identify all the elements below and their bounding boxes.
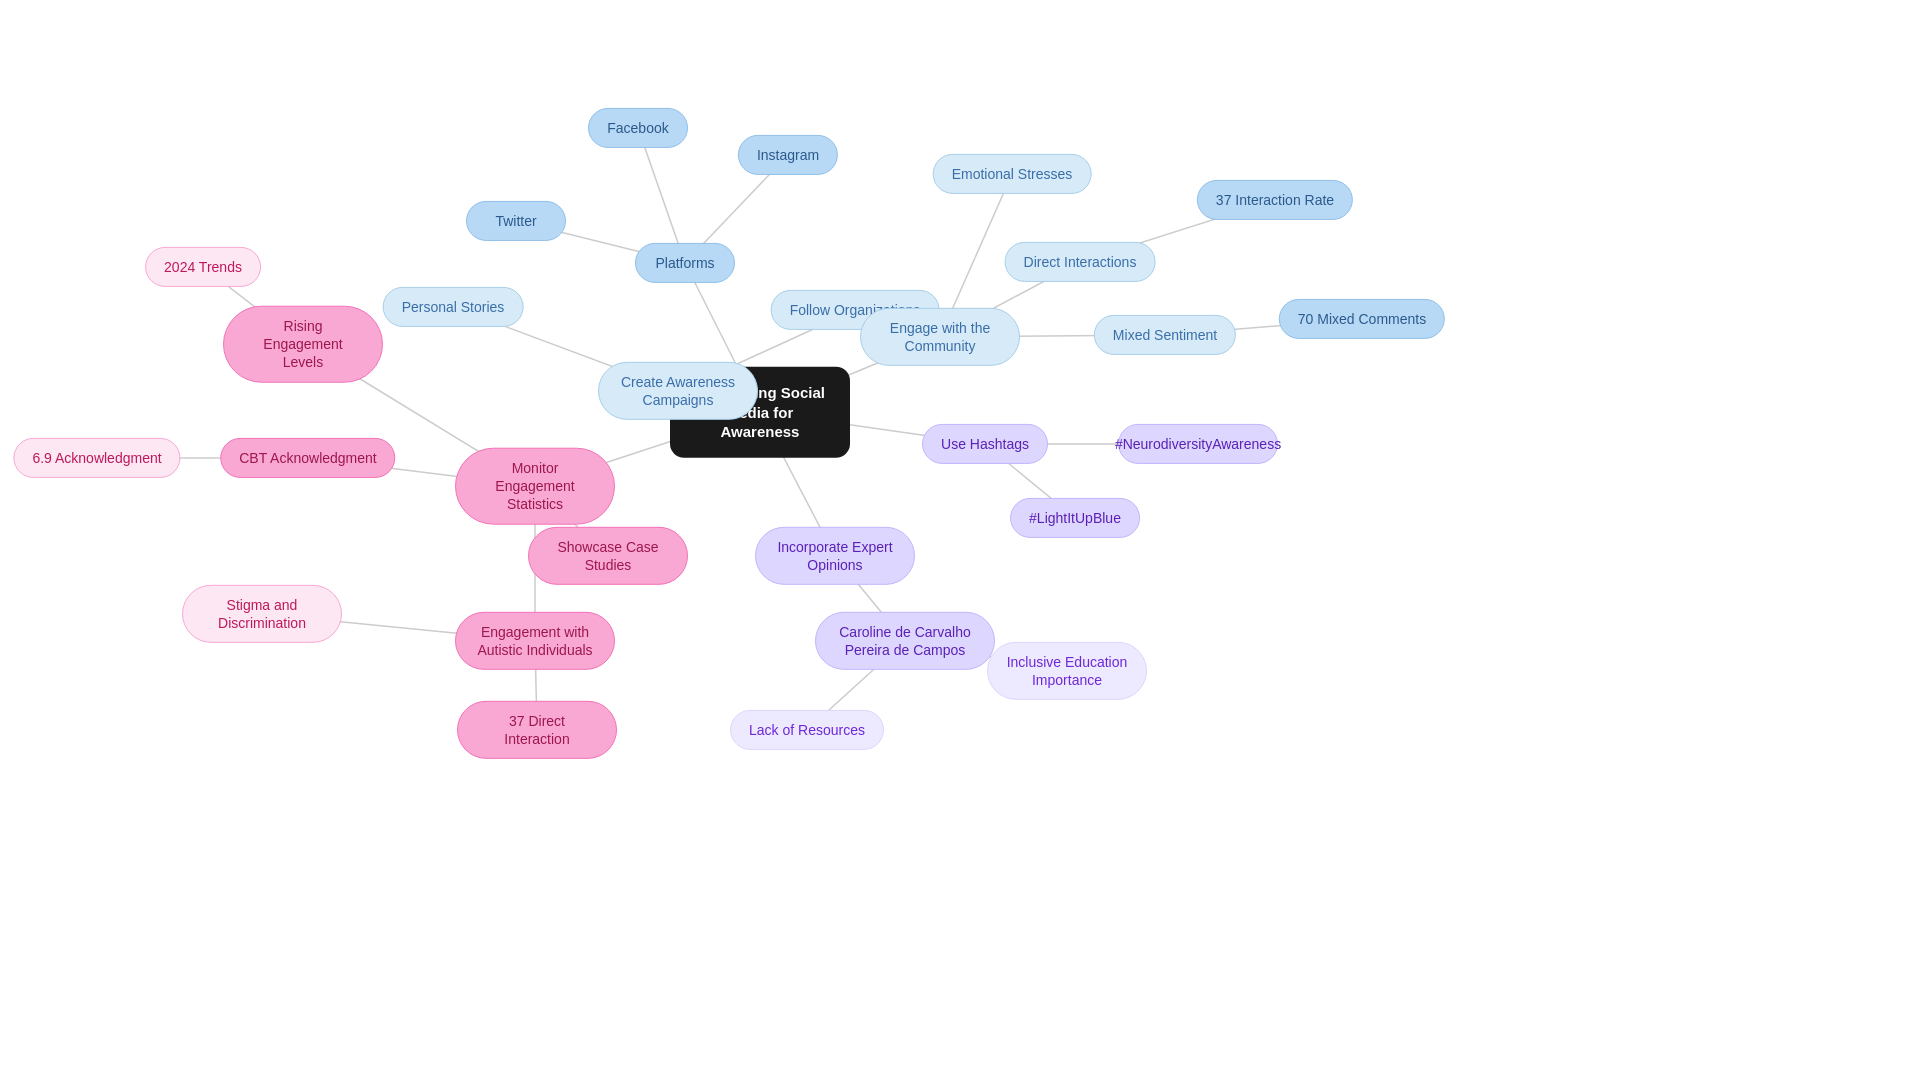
platforms-node[interactable]: Platforms [635, 243, 735, 283]
showcase-case-studies-node[interactable]: Showcase Case Studies [528, 527, 688, 585]
neurodiversity-node[interactable]: #NeurodiversityAwareness [1118, 424, 1278, 464]
twitter-node[interactable]: Twitter [466, 201, 566, 241]
create-awareness-node[interactable]: Create Awareness Campaigns [598, 362, 758, 420]
mixed-sentiment-node[interactable]: Mixed Sentiment [1094, 315, 1236, 355]
facebook-node[interactable]: Facebook [588, 108, 688, 148]
lack-resources-node[interactable]: Lack of Resources [730, 710, 884, 750]
stigma-node[interactable]: Stigma and Discrimination [182, 585, 342, 643]
personal-stories-node[interactable]: Personal Stories [383, 287, 524, 327]
emotional-stresses-node[interactable]: Emotional Stresses [933, 154, 1092, 194]
37-direct-interaction-node[interactable]: 37 Direct Interaction [457, 701, 617, 759]
6-9-acknowledgment-node[interactable]: 6.9 Acknowledgment [13, 438, 180, 478]
use-hashtags-node[interactable]: Use Hashtags [922, 424, 1048, 464]
inclusive-education-node[interactable]: Inclusive Education Importance [987, 642, 1147, 700]
cbt-acknowledgment-node[interactable]: CBT Acknowledgment [220, 438, 395, 478]
37-interaction-rate-node[interactable]: 37 Interaction Rate [1197, 180, 1353, 220]
incorporate-expert-node[interactable]: Incorporate Expert Opinions [755, 527, 915, 585]
trends-2024-node[interactable]: 2024 Trends [145, 247, 261, 287]
70-mixed-comments-node[interactable]: 70 Mixed Comments [1279, 299, 1445, 339]
direct-interactions-node[interactable]: Direct Interactions [1005, 242, 1156, 282]
lightitupblue-node[interactable]: #LightItUpBlue [1010, 498, 1140, 538]
instagram-node[interactable]: Instagram [738, 135, 838, 175]
caroline-node[interactable]: Caroline de Carvalho Pereira de Campos [815, 612, 995, 670]
monitor-engagement-node[interactable]: Monitor Engagement Statistics [455, 448, 615, 525]
mindmap-container: Harnessing Social Media for AwarenessFac… [0, 0, 1920, 1083]
engage-community-node[interactable]: Engage with the Community [860, 308, 1020, 366]
rising-engagement-node[interactable]: Rising Engagement Levels [223, 306, 383, 383]
engagement-autistic-node[interactable]: Engagement with Autistic Individuals [455, 612, 615, 670]
